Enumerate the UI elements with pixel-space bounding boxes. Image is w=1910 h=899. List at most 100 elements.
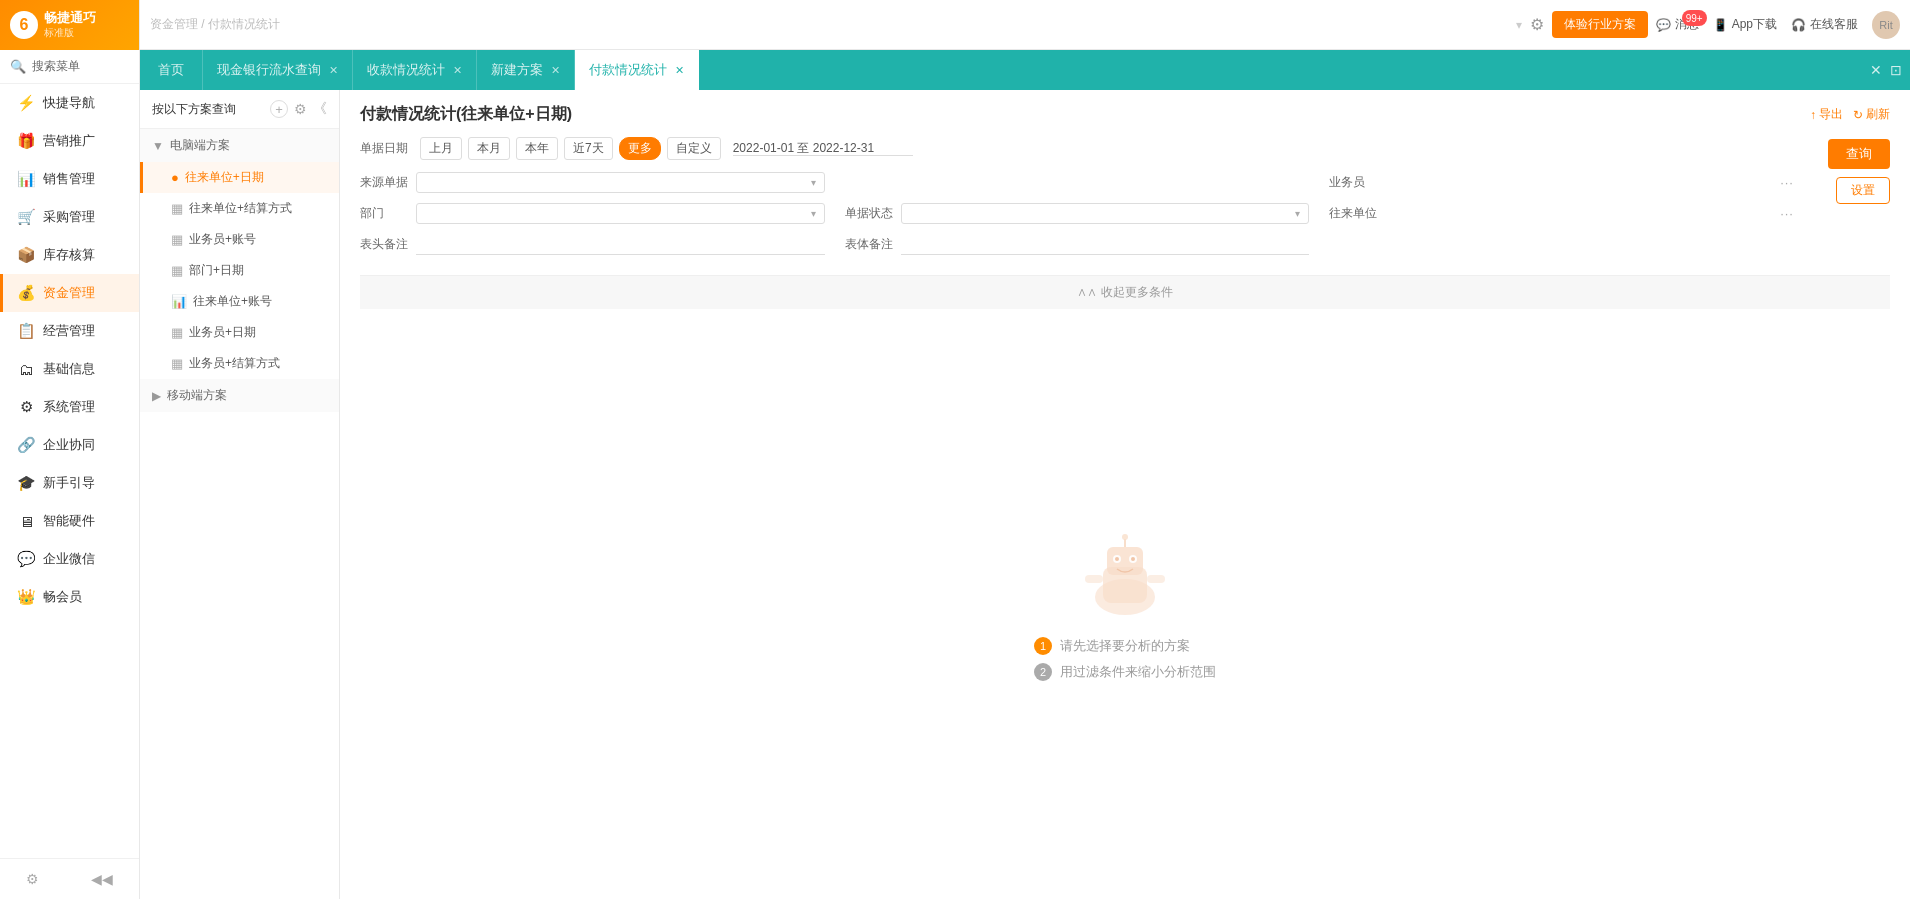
- hint-num-1: 1: [1034, 637, 1052, 655]
- scheme-item-label: 业务员+结算方式: [189, 355, 280, 372]
- sidebar-item-purchase[interactable]: 🛒 采购管理: [0, 198, 139, 236]
- filter-partner-cell: 往来单位 ···: [1329, 205, 1794, 222]
- sidebar-collapse-btn[interactable]: ◀◀: [83, 867, 121, 891]
- online-service-btn[interactable]: 🎧 在线客服: [1791, 16, 1858, 33]
- tab-cashflow-close[interactable]: ✕: [329, 64, 338, 77]
- tab-payment[interactable]: 付款情况统计 ✕: [575, 50, 699, 90]
- sidebar-item-label: 企业微信: [43, 550, 95, 568]
- scheme-table-icon5: ▦: [171, 356, 183, 371]
- hint-num-2: 2: [1034, 663, 1052, 681]
- scheme-group-mobile-title[interactable]: ▶ 移动端方案: [140, 379, 339, 412]
- sidebar-item-basic[interactable]: 🗂 基础信息: [0, 350, 139, 388]
- scheme-item-dept-date[interactable]: ▦ 部门+日期: [140, 255, 339, 286]
- date-this-year-btn[interactable]: 本年: [516, 137, 558, 160]
- date-this-month-btn[interactable]: 本月: [468, 137, 510, 160]
- sidebar-item-label: 新手引导: [43, 474, 95, 492]
- sidebar-item-quick-nav[interactable]: ⚡ 快捷导航: [0, 84, 139, 122]
- scheme-table-icon: ▦: [171, 201, 183, 216]
- source-select-arrow: ▾: [811, 177, 816, 188]
- date-more-btn[interactable]: 更多: [619, 137, 661, 160]
- sidebar-item-guide[interactable]: 🎓 新手引导: [0, 464, 139, 502]
- sidebar-item-system[interactable]: ⚙ 系统管理: [0, 388, 139, 426]
- user-initials: Rit: [1879, 19, 1892, 31]
- collapse-arrow-icon: ∧∧: [1077, 285, 1097, 299]
- sidebar-item-hardware[interactable]: 🖥 智能硬件: [0, 502, 139, 540]
- refresh-btn[interactable]: ↻ 刷新: [1853, 106, 1890, 123]
- user-avatar-btn[interactable]: Rit: [1872, 11, 1900, 39]
- scheme-group-desktop-title[interactable]: ▼ 电脑端方案: [140, 129, 339, 162]
- tab-income-close[interactable]: ✕: [453, 64, 462, 77]
- date-last-month-btn[interactable]: 上月: [420, 137, 462, 160]
- date-custom-btn[interactable]: 自定义: [667, 137, 721, 160]
- sidebar-search[interactable]: 🔍 搜索菜单: [0, 50, 139, 84]
- topbar-dropdown-arrow[interactable]: ▾: [1516, 18, 1522, 32]
- sidebar-item-label: 智能硬件: [43, 512, 95, 530]
- topbar-right: 💬 消息 99+ 📱 App下载 🎧 在线客服 Rit: [1656, 11, 1900, 39]
- sidebar-item-weixin[interactable]: 💬 企业微信: [0, 540, 139, 578]
- dept-select[interactable]: ▾: [416, 203, 825, 224]
- sidebar-item-marketing[interactable]: 🎁 营销推广: [0, 122, 139, 160]
- scheme-group-desktop-label: 电脑端方案: [170, 137, 230, 154]
- doc-status-select[interactable]: ▾: [901, 203, 1310, 224]
- filter-date-row: 单据日期 上月 本月 本年 近7天 更多 自定义: [360, 137, 1794, 160]
- operation-icon: 📋: [17, 322, 35, 340]
- message-btn[interactable]: 💬 消息 99+: [1656, 16, 1699, 33]
- scheme-settings-btn[interactable]: ⚙: [294, 101, 307, 117]
- trial-btn[interactable]: 体验行业方案: [1552, 11, 1648, 38]
- scheme-item-unit-settle[interactable]: ▦ 往来单位+结算方式: [140, 193, 339, 224]
- filter-section: 付款情况统计(往来单位+日期) ↑ 导出 ↻ 刷新: [340, 90, 1910, 309]
- scheme-item-staff-date[interactable]: ▦ 业务员+日期: [140, 317, 339, 348]
- tab-spacer: [699, 50, 1862, 90]
- empty-robot-icon: [1075, 527, 1175, 627]
- filter-body-note-cell: 表体备注: [845, 234, 1310, 255]
- topbar-settings-icon[interactable]: ⚙: [1530, 15, 1544, 34]
- filter-title-row: 付款情况统计(往来单位+日期) ↑ 导出 ↻ 刷新: [360, 104, 1890, 125]
- sidebar-item-finance[interactable]: 💰 资金管理: [0, 274, 139, 312]
- tab-new-scheme[interactable]: 新建方案 ✕: [477, 50, 575, 90]
- hardware-icon: 🖥: [17, 513, 35, 530]
- staff-dots-btn[interactable]: ···: [1780, 175, 1794, 190]
- sidebar-item-member[interactable]: 👑 畅会员: [0, 578, 139, 616]
- sidebar-settings-btn[interactable]: ⚙: [18, 867, 47, 891]
- logo-text-wrap: 畅捷通巧 标准版: [44, 10, 96, 40]
- tab-payment-close[interactable]: ✕: [675, 64, 684, 77]
- sidebar-item-operation[interactable]: 📋 经营管理: [0, 312, 139, 350]
- sidebar-item-label: 经营管理: [43, 322, 95, 340]
- tab-close-all-btn[interactable]: ✕: [1870, 62, 1882, 78]
- scheme-item-staff-settle[interactable]: ▦ 业务员+结算方式: [140, 348, 339, 379]
- partner-dots-btn[interactable]: ···: [1780, 206, 1794, 221]
- app-download-btn[interactable]: 📱 App下载: [1713, 16, 1777, 33]
- query-btn[interactable]: 查询: [1828, 139, 1890, 169]
- body-note-input[interactable]: [901, 234, 1310, 255]
- search-icon: 🔍: [10, 59, 26, 74]
- tab-cashflow[interactable]: 现金银行流水查询 ✕: [203, 50, 353, 90]
- filter-settings-btn[interactable]: 设置: [1836, 177, 1890, 204]
- header-note-input[interactable]: [416, 234, 825, 255]
- hint-text-1: 请先选择要分析的方案: [1060, 637, 1190, 655]
- breadcrumb: 资金管理 / 付款情况统计: [150, 16, 1508, 33]
- breadcrumb-text: 资金管理 / 付款情况统计: [150, 16, 280, 33]
- scheme-panel-collapse-btn[interactable]: 《: [313, 100, 327, 118]
- sidebar-item-label: 营销推广: [43, 132, 95, 150]
- date-last-7days-btn[interactable]: 近7天: [564, 137, 613, 160]
- svg-rect-2: [1107, 547, 1143, 575]
- scheme-add-btn[interactable]: +: [270, 100, 288, 118]
- scheme-item-unit-date[interactable]: ● 往来单位+日期: [140, 162, 339, 193]
- sidebar-logo: 6 畅捷通巧 标准版: [0, 0, 139, 50]
- tab-home[interactable]: 首页: [140, 50, 203, 90]
- source-select[interactable]: ▾: [416, 172, 825, 193]
- collapse-bar[interactable]: ∧∧ 收起更多条件: [360, 275, 1890, 309]
- tab-new-scheme-close[interactable]: ✕: [551, 64, 560, 77]
- scheme-item-unit-account[interactable]: 📊 往来单位+账号: [140, 286, 339, 317]
- sidebar-item-inventory[interactable]: 📦 库存核算: [0, 236, 139, 274]
- sidebar-item-enterprise[interactable]: 🔗 企业协同: [0, 426, 139, 464]
- date-range-input[interactable]: [733, 141, 913, 156]
- filter-dept-cell: 部门 ▾: [360, 203, 825, 224]
- scheme-table-icon3: ▦: [171, 263, 183, 278]
- sidebar-item-sales[interactable]: 📊 销售管理: [0, 160, 139, 198]
- tab-income[interactable]: 收款情况统计 ✕: [353, 50, 477, 90]
- system-icon: ⚙: [17, 398, 35, 416]
- scheme-item-staff-account[interactable]: ▦ 业务员+账号: [140, 224, 339, 255]
- tab-maximize-btn[interactable]: ⊡: [1890, 62, 1902, 78]
- export-btn[interactable]: ↑ 导出: [1810, 106, 1843, 123]
